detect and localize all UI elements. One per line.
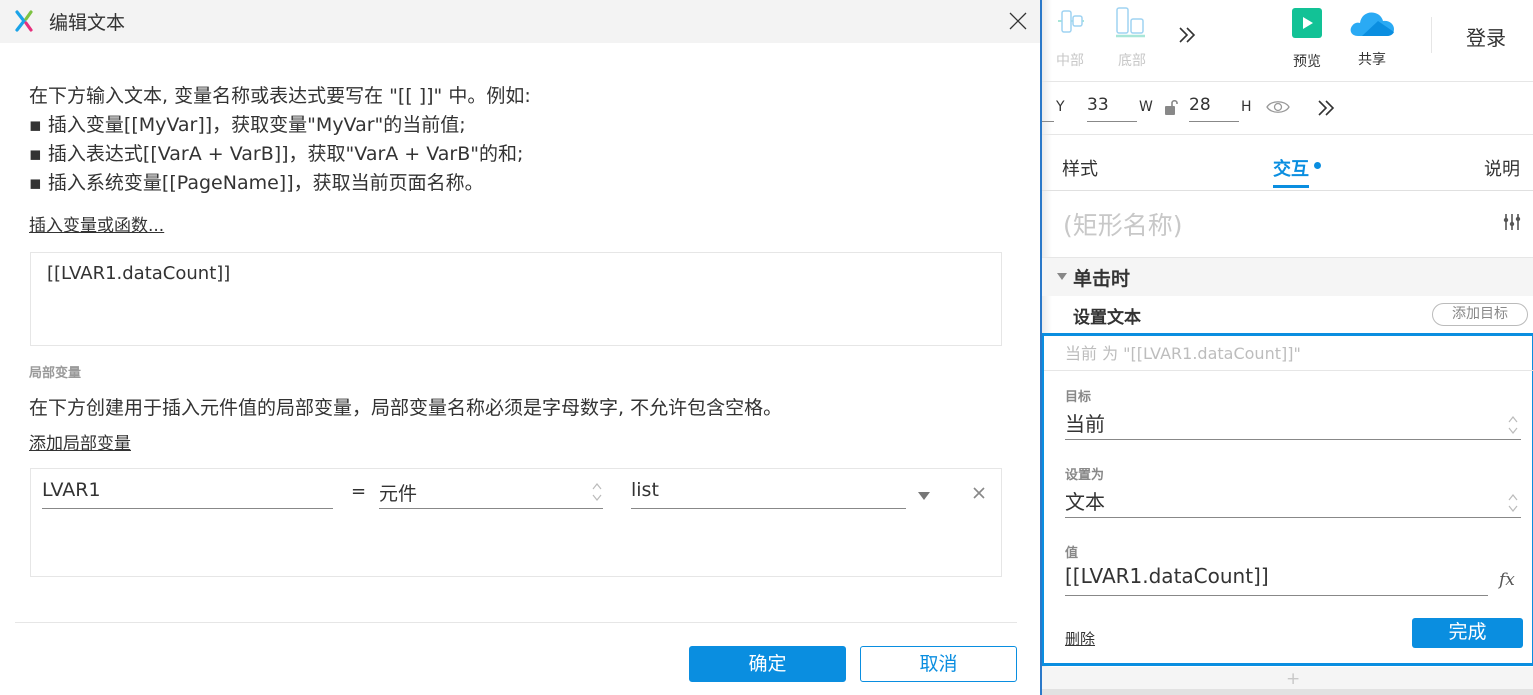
- login-button[interactable]: 登录: [1466, 22, 1506, 51]
- toolbar-divider: [1042, 81, 1533, 82]
- fx-function-icon[interactable]: fx: [1499, 570, 1515, 590]
- y-label: Y: [1056, 99, 1065, 115]
- instruction-line: ▪ 插入表达式[[VarA + VarB]]，获取"VarA + VarB"的和…: [29, 143, 524, 165]
- instruction-line: ▪ 插入系统变量[[PageName]]，获取当前页面名称。: [29, 172, 484, 194]
- local-variables-description: 在下方创建用于插入元件值的局部变量，局部变量名称必须是字母数字, 不允许包含空格…: [29, 397, 783, 419]
- interactions-indicator-dot: [1314, 162, 1321, 169]
- local-variables-list: LVAR1 = 元件 list: [30, 468, 1002, 577]
- add-interaction-button[interactable]: +: [1042, 667, 1533, 690]
- w-label: W: [1139, 99, 1153, 115]
- more-geometry-icon[interactable]: [1315, 97, 1337, 119]
- plus-icon: +: [1286, 669, 1301, 689]
- play-icon: [1292, 8, 1322, 38]
- active-tab-underline: [1273, 185, 1309, 188]
- shape-name-input[interactable]: (矩形名称): [1063, 206, 1183, 242]
- settings-sliders-icon[interactable]: [1502, 212, 1522, 232]
- toolbar-separator: [1431, 17, 1432, 53]
- instruction-line: ▪ 插入变量[[MyVar]]，获取变量"MyVar"的当前值;: [29, 114, 466, 136]
- add-target-button[interactable]: 添加目标: [1432, 303, 1528, 326]
- align-bottom-button[interactable]: 底部: [1112, 0, 1152, 70]
- delete-action-link[interactable]: 删除: [1065, 628, 1095, 649]
- eye-icon[interactable]: [1266, 98, 1290, 116]
- align-middle-label: 中部: [1056, 53, 1084, 69]
- edit-text-dialog: 编辑文本 在下方输入文本, 变量名称或表达式要写在 "[[ ]]" 中。例如: …: [0, 0, 1040, 695]
- geometry-divider: [1042, 134, 1533, 135]
- dialog-header: 编辑文本: [0, 0, 1040, 43]
- axure-x-icon: [15, 10, 33, 32]
- align-middle-icon: [1058, 10, 1084, 33]
- local-variables-heading: 局部变量: [29, 366, 82, 381]
- action-editor: 当前 为 "[[LVAR1.dataCount]]" 目标 当前 设置为 文本 …: [1042, 333, 1533, 666]
- instructions: 在下方输入文本, 变量名称或表达式要写在 "[[ ]]" 中。例如: ▪ 插入变…: [29, 82, 531, 198]
- tab-style[interactable]: 样式: [1062, 155, 1098, 181]
- target-dropdown-icon[interactable]: [918, 492, 930, 500]
- align-bottom-icon: [1116, 7, 1145, 38]
- variable-name-input[interactable]: LVAR1: [42, 477, 333, 509]
- x-input[interactable]: [1042, 95, 1054, 122]
- cancel-button[interactable]: 取消: [860, 646, 1017, 682]
- share-label: 共享: [1358, 52, 1386, 68]
- h-label: H: [1241, 99, 1252, 115]
- variable-type-select[interactable]: 元件: [379, 477, 603, 509]
- align-middle-button[interactable]: 中部: [1050, 0, 1090, 70]
- target-label: 目标: [1065, 390, 1092, 405]
- equals-sign: =: [351, 481, 367, 502]
- set-to-value: 文本: [1065, 490, 1105, 514]
- lock-open-icon[interactable]: [1163, 98, 1179, 116]
- share-button[interactable]: 共享: [1344, 0, 1400, 69]
- event-label: 单击时: [1073, 268, 1131, 290]
- preview-button[interactable]: 预览: [1282, 0, 1332, 71]
- insert-variable-link[interactable]: 插入变量或函数...: [29, 211, 164, 236]
- set-to-label: 设置为: [1065, 468, 1105, 483]
- align-bottom-label: 底部: [1118, 53, 1146, 69]
- event-on-click[interactable]: 单击时: [1042, 257, 1533, 296]
- tab-interactions[interactable]: 交互: [1273, 155, 1309, 181]
- remove-variable-icon[interactable]: [971, 485, 987, 501]
- variable-type-value: 元件: [379, 483, 418, 505]
- w-input[interactable]: 28: [1189, 95, 1239, 122]
- set-to-select[interactable]: 文本: [1065, 486, 1521, 518]
- select-spinner-icon: [1508, 494, 1518, 512]
- tabs-divider: [1042, 190, 1533, 191]
- value-label: 值: [1065, 546, 1079, 561]
- action-summary: 当前 为 "[[LVAR1.dataCount]]": [1065, 344, 1301, 363]
- instruction-line: 在下方输入文本, 变量名称或表达式要写在 "[[ ]]" 中。例如:: [29, 85, 531, 107]
- ok-button[interactable]: 确定: [689, 646, 846, 682]
- collapse-caret-icon[interactable]: [1057, 273, 1067, 280]
- action-title: 设置文本: [1073, 308, 1141, 328]
- target-value: 当前: [1065, 412, 1105, 436]
- more-tools-icon[interactable]: [1176, 24, 1198, 46]
- text-input[interactable]: [[LVAR1.dataCount]]: [30, 252, 1002, 346]
- variable-target-input[interactable]: list: [631, 477, 906, 509]
- summary-divider: [1044, 370, 1533, 371]
- tab-notes[interactable]: 说明: [1484, 155, 1520, 181]
- add-local-variable-link[interactable]: 添加局部变量: [29, 429, 131, 454]
- done-button[interactable]: 完成: [1412, 618, 1523, 648]
- select-spinner-icon: [592, 483, 602, 501]
- y-input[interactable]: 33: [1087, 95, 1137, 122]
- dialog-title: 编辑文本: [49, 12, 126, 34]
- panel-bottom-bar: [1042, 689, 1533, 695]
- value-input[interactable]: [[LVAR1.dataCount]]: [1065, 564, 1488, 596]
- footer-divider: [15, 622, 1017, 623]
- preview-label: 预览: [1293, 54, 1321, 70]
- inspector-panel: 中部 底部 预览 共享 登录 Y 33 W 28 H 样式 交互 说明 (矩形名…: [1040, 0, 1533, 695]
- close-icon[interactable]: [1006, 9, 1030, 33]
- select-spinner-icon: [1508, 416, 1518, 434]
- cloud-icon: [1350, 12, 1394, 36]
- target-select[interactable]: 当前: [1065, 408, 1521, 440]
